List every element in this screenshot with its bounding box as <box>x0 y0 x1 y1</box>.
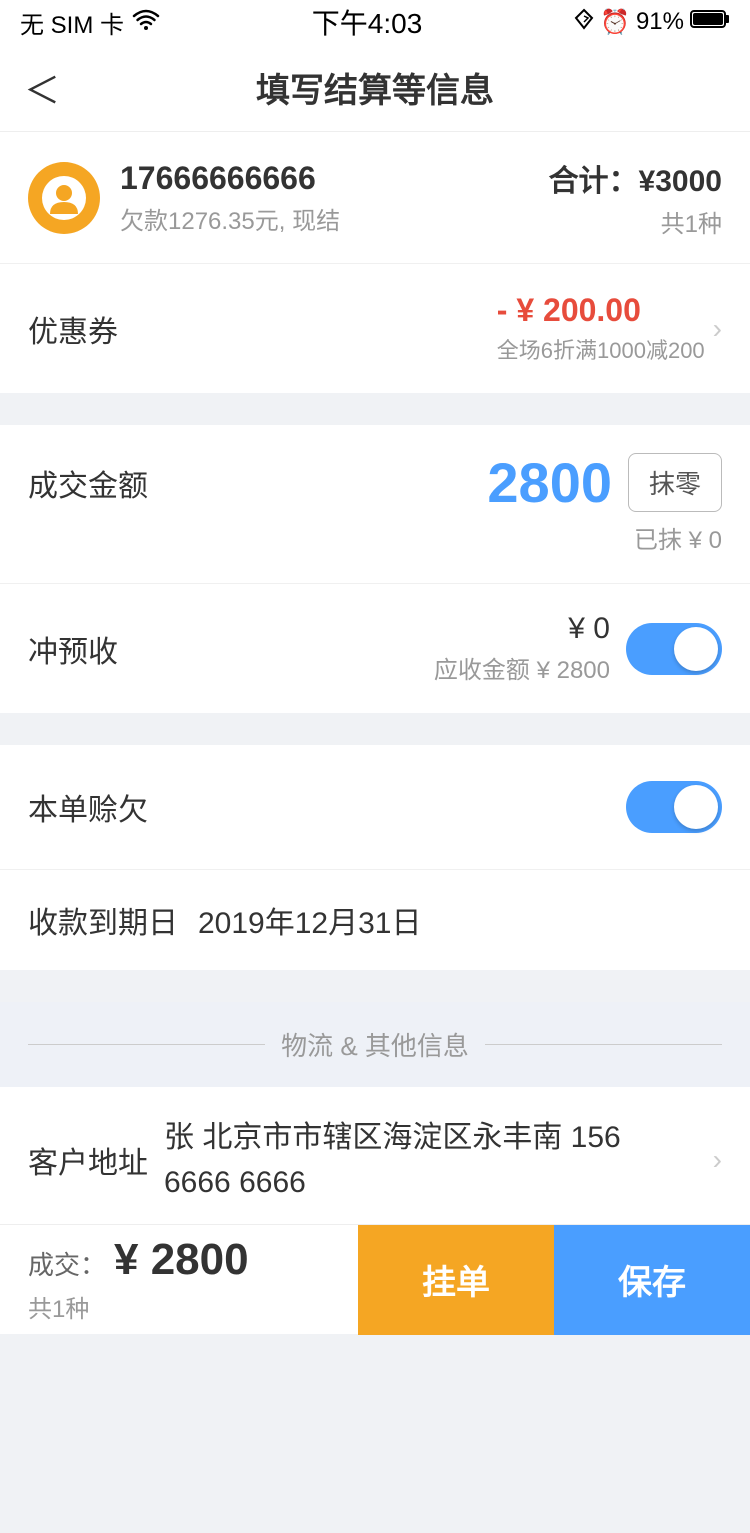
deal-card: 成交金额 2800 抹零 已抹 ¥ 0 冲预收 ¥ 0 应收金额 ¥ 2800 <box>0 425 750 713</box>
customer-total: 合计：¥3000 共1种 <box>549 156 722 239</box>
flush-label: 冲预收 <box>28 627 118 671</box>
flush-row: 冲预收 ¥ 0 应收金额 ¥ 2800 <box>0 583 750 713</box>
bad-debt-row: 本单赊欠 <box>0 745 750 869</box>
total-amount: 合计：¥3000 <box>549 156 722 200</box>
total-count: 共1种 <box>549 204 722 239</box>
bad-debt-label: 本单赊欠 <box>28 785 148 829</box>
due-date-label: 收款到期日 <box>28 898 178 942</box>
round-button[interactable]: 抹零 <box>628 453 722 512</box>
deal-row: 成交金额 2800 抹零 <box>28 453 722 512</box>
coupon-chevron-icon: › <box>713 313 722 345</box>
customer-phone: 17666666666 <box>120 160 549 197</box>
coupon-row[interactable]: 优惠券 - ¥ 200.00 全场6折满1000减200 › <box>0 263 750 393</box>
nav-bar: ＜ 填写结算等信息 <box>0 44 750 132</box>
address-chevron-icon: › <box>713 1144 722 1176</box>
sim-status: 无 SIM 卡 <box>20 5 124 40</box>
section-divider-2 <box>0 729 750 745</box>
header-line-left <box>28 1044 265 1045</box>
battery-text: 91% <box>636 8 684 36</box>
customer-row: 17666666666 欠款1276.35元, 现结 合计：¥3000 共1种 <box>0 132 750 263</box>
flush-toggle[interactable] <box>626 623 722 675</box>
customer-debt: 欠款1276.35元, 现结 <box>120 201 549 236</box>
due-date-row: 收款到期日 2019年12月31日 <box>0 869 750 970</box>
section-divider-1 <box>0 409 750 425</box>
coupon-discount: - ¥ 200.00 <box>497 292 705 329</box>
wifi-icon <box>132 8 160 37</box>
address-label: 客户地址 <box>28 1138 148 1182</box>
section-header-text: 物流 & 其他信息 <box>281 1026 469 1063</box>
customer-card: 17666666666 欠款1276.35元, 现结 合计：¥3000 共1种 … <box>0 132 750 393</box>
coupon-desc: 全场6折满1000减200 <box>497 333 705 365</box>
flush-right: ¥ 0 应收金额 ¥ 2800 <box>434 612 610 685</box>
due-date-value: 2019年12月31日 <box>198 898 421 942</box>
header-line-right <box>485 1044 722 1045</box>
deal-sub: 已抹 ¥ 0 <box>28 520 722 555</box>
bottom-count: 共1种 <box>28 1289 330 1324</box>
coupon-label: 优惠券 <box>28 307 118 351</box>
customer-info: 17666666666 欠款1276.35元, 现结 <box>120 160 549 236</box>
deal-section: 成交金额 2800 抹零 已抹 ¥ 0 <box>0 425 750 583</box>
bad-debt-card: 本单赊欠 收款到期日 2019年12月31日 <box>0 745 750 970</box>
section-header: 物流 & 其他信息 <box>0 1002 750 1087</box>
deal-right: 2800 抹零 <box>487 453 722 512</box>
toggle-knob <box>674 627 718 671</box>
bottom-deal: 成交： ¥ 2800 <box>28 1235 330 1285</box>
page-title: 填写结算等信息 <box>256 63 494 112</box>
flush-amount: ¥ 0 <box>568 612 610 646</box>
status-left: 无 SIM 卡 <box>20 5 160 40</box>
address-value: 张 北京市市辖区海淀区永丰南 156 6666 6666 <box>164 1115 689 1205</box>
battery-icon <box>690 8 730 36</box>
back-button[interactable]: ＜ <box>24 62 60 114</box>
hang-button[interactable]: 挂单 <box>358 1225 554 1335</box>
bottom-deal-label: 成交： <box>28 1245 106 1282</box>
deal-label: 成交金额 <box>28 461 148 505</box>
status-time: 下午4:03 <box>312 2 423 42</box>
flush-desc: 应收金额 ¥ 2800 <box>434 650 610 685</box>
status-right: ⏰ 91% <box>574 8 730 37</box>
deal-amount: 2800 <box>487 455 612 511</box>
status-bar: 无 SIM 卡 下午4:03 ⏰ 91% <box>0 0 750 44</box>
bad-debt-toggle[interactable] <box>626 781 722 833</box>
alarm-icon: ⏰ <box>600 8 630 37</box>
bad-debt-toggle-knob <box>674 785 718 829</box>
section-divider-3 <box>0 986 750 1002</box>
location-icon <box>574 8 594 37</box>
avatar <box>28 162 100 234</box>
save-button[interactable]: 保存 <box>554 1225 750 1335</box>
bottom-bar: 成交： ¥ 2800 共1种 挂单 保存 <box>0 1224 750 1334</box>
bottom-summary: 成交： ¥ 2800 共1种 <box>0 1235 358 1324</box>
address-row[interactable]: 客户地址 张 北京市市辖区海淀区永丰南 156 6666 6666 › <box>0 1087 750 1233</box>
bottom-deal-amount: ¥ 2800 <box>114 1235 249 1285</box>
avatar-icon <box>42 176 86 220</box>
